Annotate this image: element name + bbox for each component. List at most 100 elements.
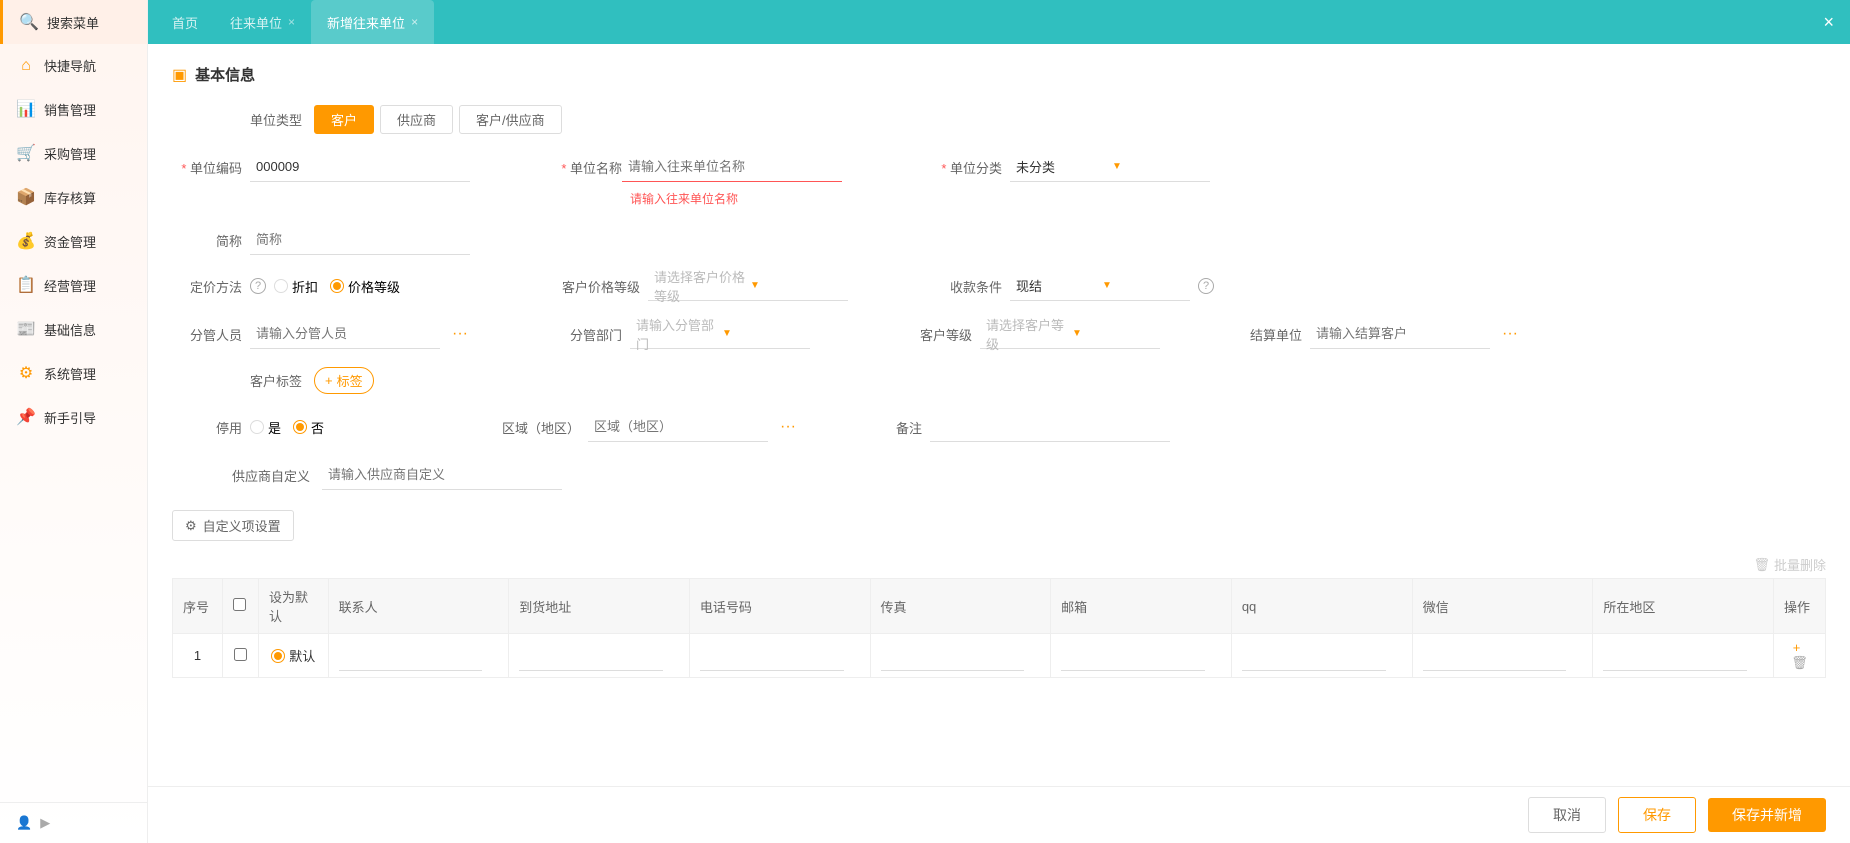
region-input[interactable] — [588, 412, 768, 442]
row-select-checkbox[interactable] — [234, 648, 247, 661]
row-checkbox[interactable] — [223, 634, 259, 678]
customer-tag-label: 客户标签 — [232, 371, 302, 390]
sidebar-item-finance[interactable]: 💰 资金管理 — [0, 219, 147, 263]
stop-yes-radio[interactable]: 是 — [250, 418, 281, 437]
department-select[interactable]: 请输入分管部门 ▼ — [630, 319, 810, 349]
tab-new-partner-close[interactable]: × — [411, 15, 418, 29]
row-contact[interactable] — [328, 634, 509, 678]
sidebar-item-purchase[interactable]: 🛒 采购管理 — [0, 131, 147, 175]
batch-delete-label[interactable]: 批量删除 — [1774, 555, 1826, 574]
row-address[interactable] — [509, 634, 690, 678]
sidebar-item-sales[interactable]: 📊 销售管理 — [0, 87, 147, 131]
default-radio[interactable] — [271, 649, 285, 663]
short-name-row: 简称 — [172, 225, 1826, 255]
supplier-custom-label: 供应商自定义 — [232, 466, 310, 485]
sidebar-item-search[interactable]: 🔍 搜索菜单 — [0, 0, 147, 44]
region-label: 区域（地区） — [502, 418, 580, 437]
row-add-btn[interactable]: + — [1793, 640, 1801, 655]
department-placeholder: 请输入分管部门 — [636, 315, 718, 353]
stop-no-radio[interactable]: 否 — [293, 418, 324, 437]
tab-partners-close[interactable]: × — [288, 15, 295, 29]
row-default[interactable]: 默认 — [259, 634, 329, 678]
dropdown-arrow-icon: ▼ — [1112, 161, 1204, 172]
add-tag-btn[interactable]: + 标签 — [314, 367, 374, 394]
stop-no-circle — [293, 420, 307, 434]
customer-price-placeholder: 请选择客户价格等级 — [654, 267, 746, 305]
col-checkbox[interactable] — [223, 579, 259, 634]
sidebar-item-quick-nav[interactable]: ⌂ 快捷导航 — [0, 44, 147, 87]
tab-bar: 首页 往来单位 × 新增往来单位 × × — [148, 0, 1850, 44]
user-icon: 👤 — [16, 815, 32, 831]
sidebar: 🔍 搜索菜单 ⌂ 快捷导航 📊 销售管理 🛒 采购管理 📦 库存核算 💰 资金管… — [0, 0, 148, 843]
tab-bar-close-btn[interactable]: × — [1815, 12, 1842, 33]
save-new-button[interactable]: 保存并新增 — [1708, 798, 1826, 832]
tab-home[interactable]: 首页 — [156, 0, 214, 44]
sidebar-item-label: 新手引导 — [44, 408, 96, 427]
supplier-custom-row: 供应商自定义 — [172, 460, 1826, 490]
region-group: 区域（地区） ··· — [502, 412, 822, 442]
pricing-radio-group: 折扣 价格等级 — [274, 277, 400, 296]
settlement-unit-input[interactable] — [1310, 319, 1490, 349]
dropdown-arrow-icon: ▼ — [1102, 280, 1184, 291]
manager-input[interactable] — [250, 319, 440, 349]
dropdown-arrow-icon: ▼ — [722, 328, 804, 339]
sidebar-item-system[interactable]: ⚙ 系统管理 — [0, 351, 147, 395]
payment-help-icon[interactable]: ? — [1198, 278, 1214, 294]
pricing-help-icon[interactable]: ? — [250, 278, 266, 294]
sidebar-item-inventory[interactable]: 📦 库存核算 — [0, 175, 147, 219]
basic-info-icon: 📰 — [16, 319, 36, 339]
unit-code-group: 单位编码 — [172, 152, 522, 182]
unit-category-value: 未分类 — [1016, 157, 1108, 176]
customer-level-placeholder: 请选择客户等级 — [986, 315, 1068, 353]
col-phone: 电话号码 — [689, 579, 870, 634]
row-delete-btn[interactable]: 🗑 — [1791, 655, 1808, 670]
payment-terms-group: 收款条件 现结 ▼ ? — [932, 271, 1252, 301]
payment-terms-select[interactable]: 现结 ▼ — [1010, 271, 1190, 301]
pricing-radio-level[interactable]: 价格等级 — [330, 277, 400, 296]
section-icon: ▣ — [172, 65, 187, 85]
row-region[interactable] — [1593, 634, 1774, 678]
sidebar-item-label: 销售管理 — [44, 100, 96, 119]
settlement-more-btn[interactable]: ··· — [1498, 325, 1522, 343]
tab-new-partner[interactable]: 新增往来单位 × — [311, 0, 434, 44]
row-phone[interactable] — [689, 634, 870, 678]
unit-type-customer[interactable]: 客户 — [314, 105, 374, 134]
sidebar-item-guide[interactable]: 📌 新手引导 — [0, 395, 147, 439]
unit-type-both[interactable]: 客户/供应商 — [459, 105, 562, 134]
add-tag-label: 标签 — [337, 371, 363, 390]
row-fax[interactable] — [870, 634, 1051, 678]
unit-name-group: 单位名称 请输入往来单位名称 — [552, 152, 902, 207]
payment-terms-label: 收款条件 — [932, 277, 1002, 296]
sidebar-item-operations[interactable]: 📋 经营管理 — [0, 263, 147, 307]
pricing-radio-discount[interactable]: 折扣 — [274, 277, 318, 296]
sidebar-item-label: 经营管理 — [44, 276, 96, 295]
col-default: 设为默认 — [259, 579, 329, 634]
region-more-btn[interactable]: ··· — [776, 418, 800, 436]
unit-category-label: 单位分类 — [932, 158, 1002, 177]
customer-tag-row: 客户标签 + 标签 — [172, 367, 1826, 394]
remark-input[interactable] — [930, 412, 1170, 442]
sidebar-item-label: 库存核算 — [44, 188, 96, 207]
short-name-input[interactable] — [250, 225, 470, 255]
sidebar-item-basic-info[interactable]: 📰 基础信息 — [0, 307, 147, 351]
sidebar-item-label: 搜索菜单 — [47, 13, 99, 32]
select-all-checkbox[interactable] — [233, 598, 246, 611]
unit-code-input[interactable] — [250, 152, 470, 182]
operations-icon: 📋 — [16, 275, 36, 295]
customer-price-select[interactable]: 请选择客户价格等级 ▼ — [648, 271, 848, 301]
stop-yes-circle — [250, 420, 264, 434]
unit-category-select[interactable]: 未分类 ▼ — [1010, 152, 1210, 182]
custom-settings-btn[interactable]: ⚙ 自定义项设置 — [172, 510, 294, 541]
tab-partners[interactable]: 往来单位 × — [214, 0, 311, 44]
row-email[interactable] — [1051, 634, 1232, 678]
customer-level-select[interactable]: 请选择客户等级 ▼ — [980, 319, 1160, 349]
row-wechat[interactable] — [1412, 634, 1593, 678]
unit-type-supplier[interactable]: 供应商 — [380, 105, 453, 134]
cancel-button[interactable]: 取消 — [1528, 797, 1606, 833]
row-qq[interactable] — [1231, 634, 1412, 678]
supplier-custom-input[interactable] — [322, 460, 562, 490]
unit-name-input[interactable] — [622, 152, 842, 182]
save-button[interactable]: 保存 — [1618, 797, 1696, 833]
manager-more-btn[interactable]: ··· — [448, 325, 472, 343]
settings-icon: ⚙ — [185, 518, 197, 534]
